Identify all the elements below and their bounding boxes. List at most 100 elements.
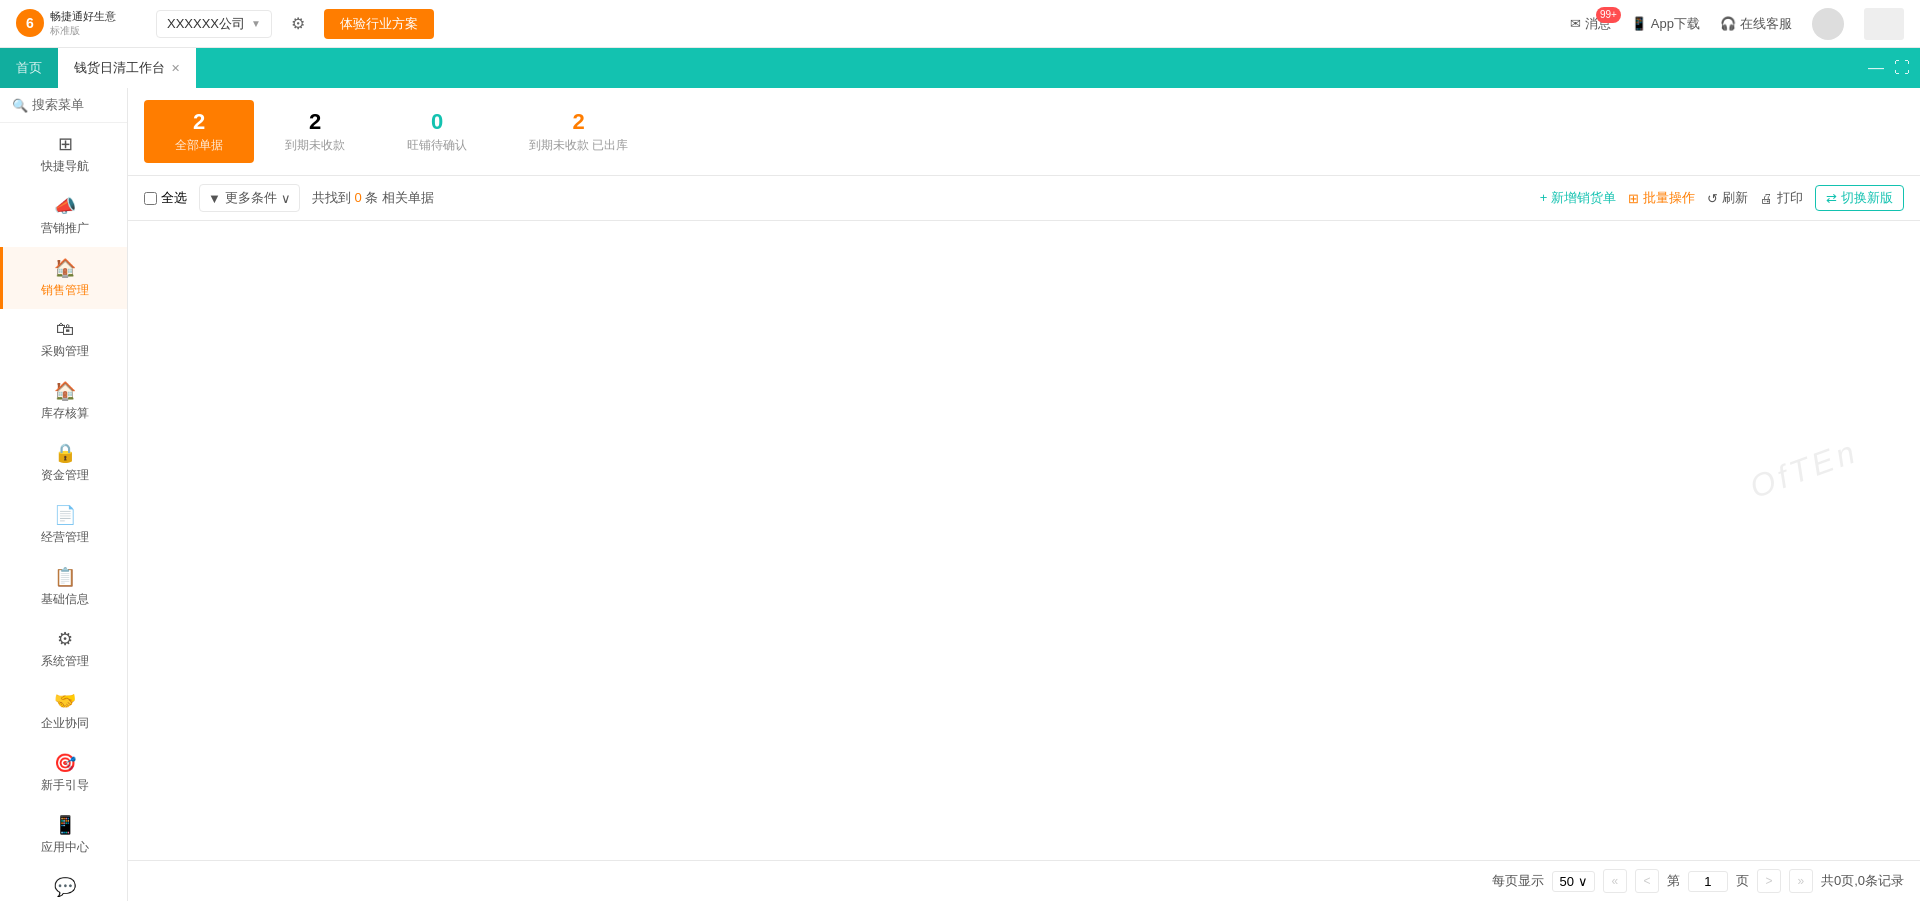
main-content: 2 全部单据 2 到期未收款 0 旺铺待确认 2 到期未收款 已出库 全选 [128,88,1920,901]
print-button[interactable]: 🖨 打印 [1760,189,1803,207]
next-page-button[interactable]: > [1757,869,1781,893]
enterprise-wechat-icon: 💬 [54,876,76,898]
search-icon: 🔍 [12,98,28,113]
marketing-icon: 📣 [54,195,76,217]
batch-operation-button[interactable]: ⊞ 批量操作 [1628,189,1695,207]
sidebar-item-inventory-label: 库存核算 [41,405,89,422]
system-icon: ⚙ [57,628,73,650]
select-all-checkbox[interactable]: 全选 [144,189,187,207]
sidebar-search[interactable]: 🔍 搜索菜单 [0,88,127,123]
switch-label: 切换新版 [1841,189,1893,207]
pagination-bar: 每页显示 50 ∨ « < 第 页 > » 共0页,0条记录 [128,860,1920,901]
sidebar-item-sales[interactable]: 🏠 销售管理 [0,247,127,309]
per-page-label: 每页显示 [1492,872,1544,890]
tab-home[interactable]: 首页 [0,48,58,88]
app-download-label: App下载 [1651,15,1700,33]
headset-icon: 🎧 [1720,16,1736,31]
stat-shipped-count: 2 [573,109,585,135]
app-download-button[interactable]: 📱 App下载 [1631,15,1700,33]
stat-all-desc: 全部单据 [175,137,223,154]
company-selector[interactable]: XXXXXX公司 ▼ [156,10,272,38]
sidebar-search-label: 搜索菜单 [32,96,84,114]
per-page-select[interactable]: 50 ∨ [1552,871,1594,892]
sidebar-item-base-info[interactable]: 📋 基础信息 [0,556,127,618]
page-input[interactable] [1688,871,1728,892]
stat-card-all[interactable]: 2 全部单据 [144,100,254,163]
sidebar-item-marketing[interactable]: 📣 营销推广 [0,185,127,247]
found-unit: 条 [365,190,378,205]
sidebar-item-enterprise-wechat[interactable]: 💬 企业微信 [0,866,127,901]
stat-overdue-desc: 到期未收款 [285,137,345,154]
sidebar-item-system[interactable]: ⚙ 系统管理 [0,618,127,680]
stat-all-count: 2 [193,109,205,135]
page-label: 第 [1667,872,1680,890]
message-icon: ✉ [1570,16,1581,31]
stat-wangpu-desc: 旺铺待确认 [407,137,467,154]
nav-tabs: 首页 钱货日清工作台 ✕ — ⛶ [0,48,1920,88]
toolbar-left: 全选 ▼ 更多条件 ∨ 共找到 0 条 相关单据 [144,184,434,212]
first-page-button[interactable]: « [1603,869,1627,893]
avatar[interactable] [1812,8,1844,40]
tab-work-bench[interactable]: 钱货日清工作台 ✕ [58,48,196,88]
batch-icon: ⊞ [1628,191,1639,206]
prev-page-button[interactable]: < [1635,869,1659,893]
tab-maximize-button[interactable]: ⛶ [1894,59,1910,77]
filter-icon: ▼ [208,191,221,206]
app-download-icon: 📱 [1631,16,1647,31]
online-service-button[interactable]: 🎧 在线客服 [1720,15,1792,33]
purchase-icon: 🛍 [56,319,74,340]
found-suffix: 相关单据 [382,190,434,205]
stats-area: 2 全部单据 2 到期未收款 0 旺铺待确认 2 到期未收款 已出库 [128,88,1920,176]
operations-icon: 📄 [54,504,76,526]
add-sale-order-button[interactable]: + 新增销货单 [1540,189,1616,207]
trial-button[interactable]: 体验行业方案 [324,9,434,39]
settings-icon[interactable]: ⚙ [282,8,314,40]
inventory-icon: 🏠 [54,380,76,402]
sidebar-item-operations[interactable]: 📄 经营管理 [0,494,127,556]
stat-card-shipped[interactable]: 2 到期未收款 已出库 [498,100,659,163]
tab-close-icon[interactable]: ✕ [171,62,180,75]
switch-icon: ⇄ [1826,191,1837,206]
sidebar-item-enterprise-coop[interactable]: 🤝 企业协同 [0,680,127,742]
stat-overdue-count: 2 [309,109,321,135]
page-suffix: 页 [1736,872,1749,890]
user-name-area[interactable] [1864,8,1904,40]
sidebar-item-operations-label: 经营管理 [41,529,89,546]
last-page-button[interactable]: » [1789,869,1813,893]
stat-card-wangpu[interactable]: 0 旺铺待确认 [376,100,498,163]
logo-area: 6 畅捷通好生意 标准版 [16,9,144,37]
sidebar-item-finance-label: 资金管理 [41,467,89,484]
sidebar-item-purchase[interactable]: 🛍 采购管理 [0,309,127,370]
sidebar-item-app-center[interactable]: 📱 应用中心 [0,804,127,866]
sidebar-item-system-label: 系统管理 [41,653,89,670]
logo-badge: 标准版 [50,24,116,38]
sidebar-item-enterprise-coop-label: 企业协同 [41,715,89,732]
base-info-icon: 📋 [54,566,76,588]
found-count: 0 [355,190,362,205]
per-page-value: 50 [1559,874,1573,889]
sidebar-item-inventory[interactable]: 🏠 库存核算 [0,370,127,432]
sidebar-item-finance[interactable]: 🔒 资金管理 [0,432,127,494]
toolbar: 全选 ▼ 更多条件 ∨ 共找到 0 条 相关单据 + 新增销货单 ⊞ [128,176,1920,221]
finance-icon: 🔒 [54,442,76,464]
sidebar-item-quick-nav-label: 快捷导航 [41,158,89,175]
refresh-button[interactable]: ↺ 刷新 [1707,189,1748,207]
stat-shipped-desc: 到期未收款 已出库 [529,137,628,154]
online-service-label: 在线客服 [1740,15,1792,33]
sidebar-item-beginner-guide[interactable]: 🎯 新手引导 [0,742,127,804]
print-icon: 🖨 [1760,191,1773,206]
tab-minimize-button[interactable]: — [1868,59,1884,77]
sales-icon: 🏠 [54,257,76,279]
more-filter-button[interactable]: ▼ 更多条件 ∨ [199,184,300,212]
toolbar-right: + 新增销货单 ⊞ 批量操作 ↺ 刷新 🖨 打印 ⇄ 切换新版 [1540,185,1904,211]
print-label: 打印 [1777,189,1803,207]
switch-new-version-button[interactable]: ⇄ 切换新版 [1815,185,1904,211]
quick-nav-icon: ⊞ [58,133,73,155]
top-header: 6 畅捷通好生意 标准版 XXXXXX公司 ▼ ⚙ 体验行业方案 ✉ 消息 99… [0,0,1920,48]
messages-button[interactable]: ✉ 消息 99+ [1570,15,1611,33]
select-all-input[interactable] [144,192,157,205]
app-center-icon: 📱 [54,814,76,836]
sidebar-item-quick-nav[interactable]: ⊞ 快捷导航 [0,123,127,185]
table-area: OfTEn [128,221,1920,860]
stat-card-overdue[interactable]: 2 到期未收款 [254,100,376,163]
